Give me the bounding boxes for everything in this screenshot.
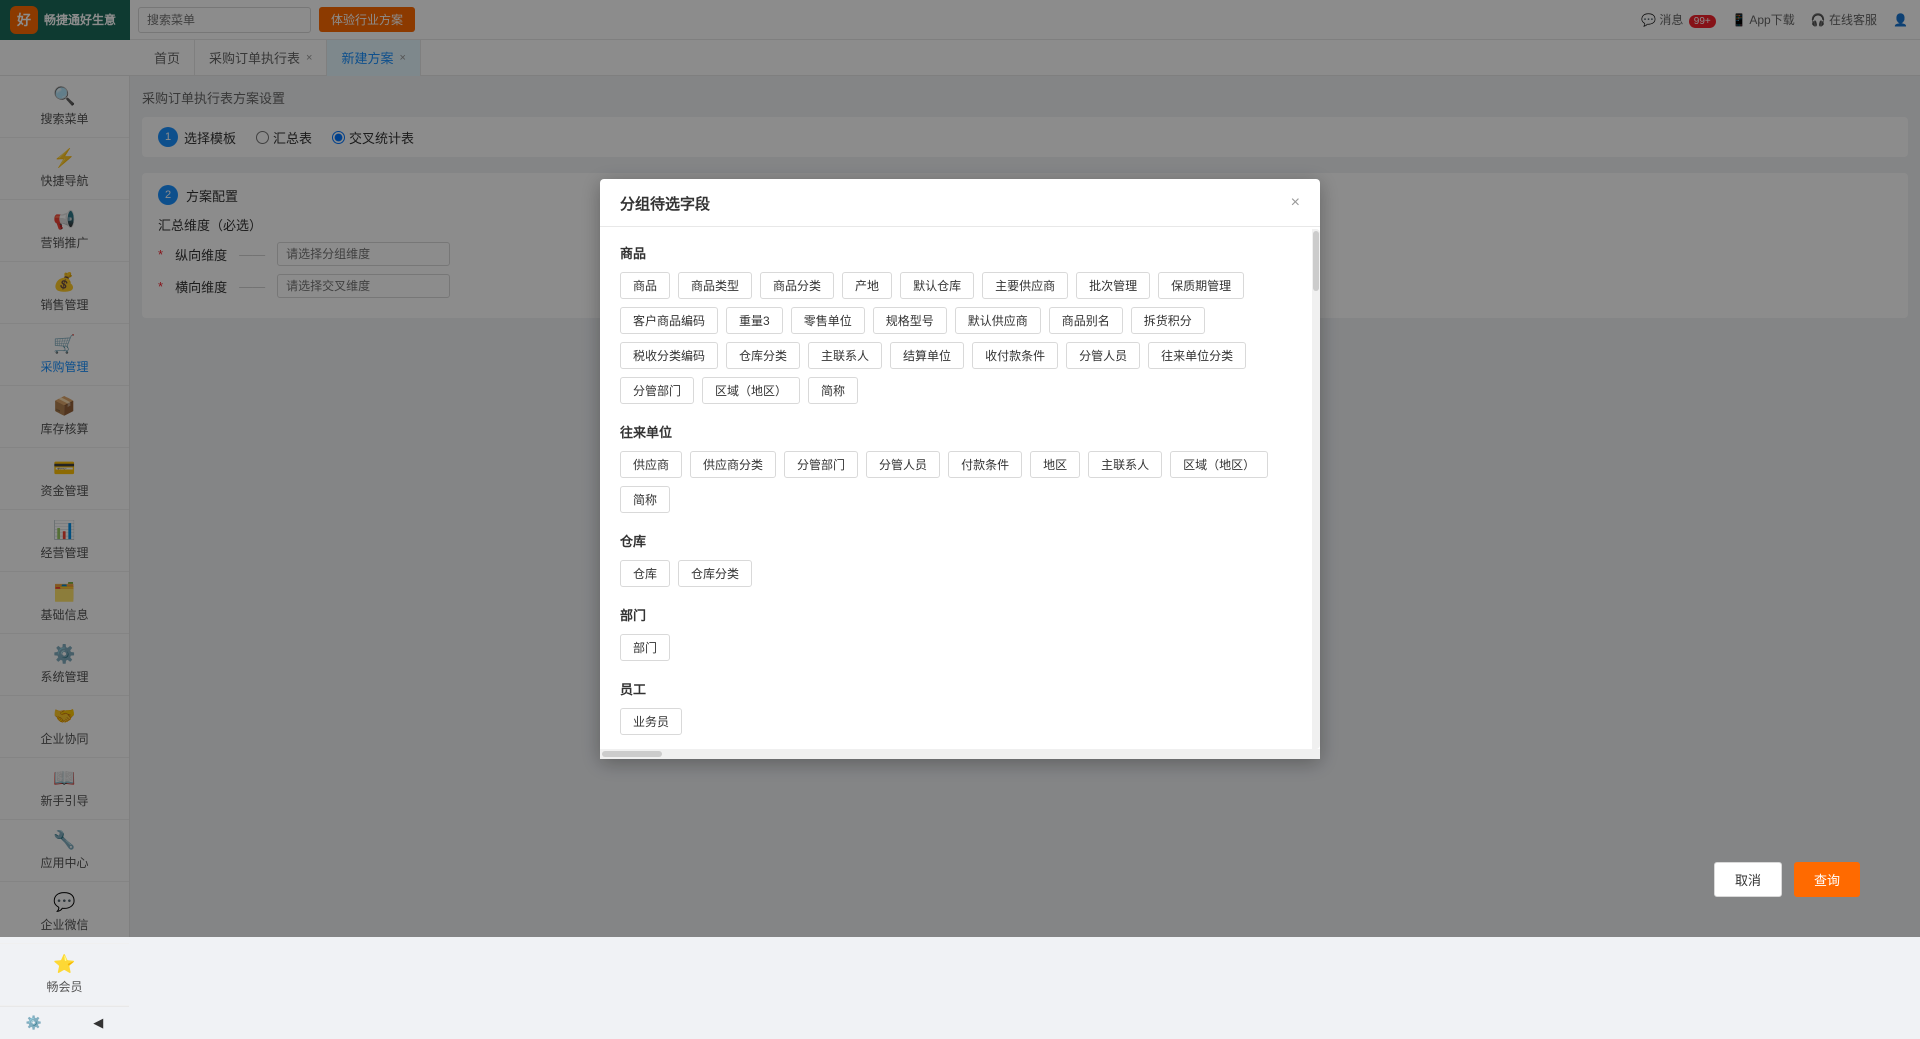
field-tags-0: 商品商品类型商品分类产地默认仓库主要供应商批次管理保质期管理客户商品编码重量3 零…: [620, 272, 1300, 404]
field-tags-3: 部门: [620, 634, 1300, 661]
field-tag-1-2[interactable]: 分管部门: [784, 451, 858, 478]
section-title-1: 往来单位: [620, 422, 1300, 441]
modal-body: 商品商品商品类型商品分类产地默认仓库主要供应商批次管理保质期管理客户商品编码重量…: [600, 227, 1320, 749]
field-section-1: 往来单位供应商供应商分类分管部门分管人员付款条件地区主联系人区域（地区） 简称: [620, 422, 1300, 513]
field-tag-0-17[interactable]: 主联系人: [808, 342, 882, 369]
field-tag-0-8[interactable]: 客户商品编码: [620, 307, 718, 334]
confirm-button[interactable]: 查询: [1794, 862, 1860, 897]
field-tag-0-2[interactable]: 商品分类: [760, 272, 834, 299]
modal-footer: 取消 查询: [1714, 862, 1860, 897]
field-tag-0-7[interactable]: 保质期管理: [1158, 272, 1244, 299]
field-section-2: 仓库仓库仓库分类: [620, 531, 1300, 587]
field-tag-1-1[interactable]: 供应商分类: [690, 451, 776, 478]
field-tags-4: 业务员: [620, 708, 1300, 735]
sidebar-item-member[interactable]: ⭐ 畅会员: [0, 944, 129, 1006]
field-tag-0-13[interactable]: 商品别名: [1049, 307, 1123, 334]
sidebar-member-label: 畅会员: [46, 978, 82, 995]
modal-header: 分组待选字段 ×: [600, 179, 1320, 227]
field-tag-2-0[interactable]: 仓库: [620, 560, 670, 587]
field-tag-0-24[interactable]: 简称: [808, 377, 858, 404]
field-tags-1: 供应商供应商分类分管部门分管人员付款条件地区主联系人区域（地区） 简称: [620, 451, 1300, 513]
field-tag-0-10[interactable]: 零售单位: [791, 307, 865, 334]
modal-close-button[interactable]: ×: [1291, 194, 1300, 212]
field-tag-1-0[interactable]: 供应商: [620, 451, 682, 478]
field-tag-0-18[interactable]: 结算单位: [890, 342, 964, 369]
section-title-2: 仓库: [620, 531, 1300, 550]
field-section-3: 部门部门: [620, 605, 1300, 661]
sidebar-bottom: ⚙️ ◀: [0, 1006, 129, 1039]
field-tag-0-15[interactable]: 税收分类编码: [620, 342, 718, 369]
cancel-button[interactable]: 取消: [1714, 862, 1782, 897]
modal-overlay: 分组待选字段 × 商品商品商品类型商品分类产地默认仓库主要供应商批次管理保质期管…: [0, 0, 1920, 937]
field-tag-0-21[interactable]: 往来单位分类: [1148, 342, 1246, 369]
modal-vscroll-thumb: [1313, 231, 1319, 291]
field-tag-1-7[interactable]: 区域（地区）: [1170, 451, 1268, 478]
member-icon: ⭐: [53, 954, 75, 975]
field-tag-0-12[interactable]: 默认供应商: [955, 307, 1041, 334]
section-title-0: 商品: [620, 243, 1300, 262]
field-tag-2-1[interactable]: 仓库分类: [678, 560, 752, 587]
field-tag-0-5[interactable]: 主要供应商: [982, 272, 1068, 299]
field-tag-0-0[interactable]: 商品: [620, 272, 670, 299]
field-tag-0-20[interactable]: 分管人员: [1066, 342, 1140, 369]
field-tag-0-1[interactable]: 商品类型: [678, 272, 752, 299]
field-tag-0-3[interactable]: 产地: [842, 272, 892, 299]
field-tags-2: 仓库仓库分类: [620, 560, 1300, 587]
field-tag-0-16[interactable]: 仓库分类: [726, 342, 800, 369]
field-tag-1-4[interactable]: 付款条件: [948, 451, 1022, 478]
field-tag-1-3[interactable]: 分管人员: [866, 451, 940, 478]
sidebar-settings-icon[interactable]: ⚙️: [26, 1015, 42, 1031]
field-tag-4-0[interactable]: 业务员: [620, 708, 682, 735]
field-tag-3-0[interactable]: 部门: [620, 634, 670, 661]
modal-title: 分组待选字段: [620, 193, 710, 214]
section-title-3: 部门: [620, 605, 1300, 624]
field-tag-0-4[interactable]: 默认仓库: [900, 272, 974, 299]
field-tag-0-6[interactable]: 批次管理: [1076, 272, 1150, 299]
field-tag-0-22[interactable]: 分管部门: [620, 377, 694, 404]
field-tag-1-8[interactable]: 简称: [620, 486, 670, 513]
field-section-0: 商品商品商品类型商品分类产地默认仓库主要供应商批次管理保质期管理客户商品编码重量…: [620, 243, 1300, 404]
field-tag-0-23[interactable]: 区域（地区）: [702, 377, 800, 404]
field-tag-1-5[interactable]: 地区: [1030, 451, 1080, 478]
field-tag-1-6[interactable]: 主联系人: [1088, 451, 1162, 478]
modal-dialog: 分组待选字段 × 商品商品商品类型商品分类产地默认仓库主要供应商批次管理保质期管…: [600, 179, 1320, 759]
modal-hscroll-thumb: [602, 751, 662, 757]
section-title-4: 员工: [620, 679, 1300, 698]
field-tag-0-14[interactable]: 拆货积分: [1131, 307, 1205, 334]
field-tag-0-11[interactable]: 规格型号: [873, 307, 947, 334]
sidebar-collapse-icon[interactable]: ◀: [93, 1015, 103, 1031]
field-tag-0-9[interactable]: 重量3: [726, 307, 783, 334]
modal-vertical-scrollbar[interactable]: [1312, 229, 1320, 749]
modal-horizontal-scrollbar[interactable]: [600, 749, 1320, 759]
field-section-4: 员工业务员: [620, 679, 1300, 735]
field-tag-0-19[interactable]: 收付款条件: [972, 342, 1058, 369]
